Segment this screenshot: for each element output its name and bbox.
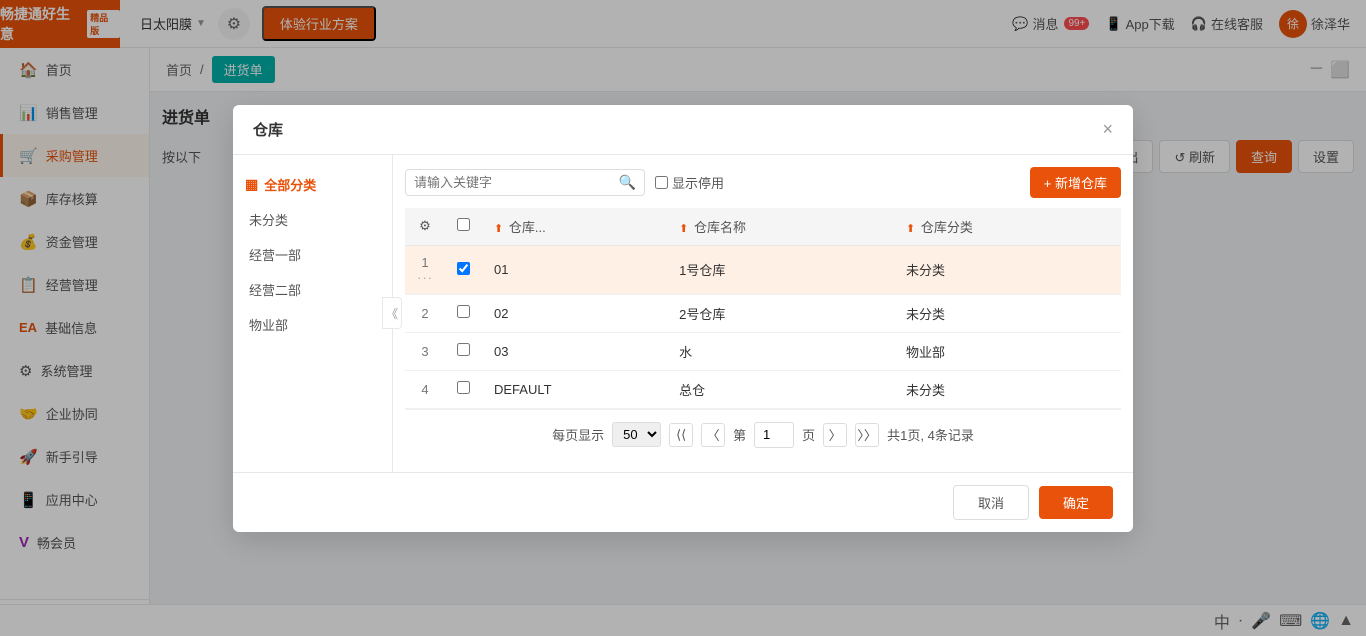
table-area: 🔍 显示停用 + 新增仓库 ⚙ (393, 155, 1133, 472)
row-checkbox[interactable] (457, 262, 470, 275)
col-name-label: 仓库名称 (694, 220, 746, 235)
category-label-ops2: 经营二部 (249, 283, 301, 298)
search-icon[interactable]: 🔍 (619, 174, 636, 191)
col-checkbox (445, 208, 482, 246)
category-item-ops1[interactable]: 经营一部 (233, 237, 392, 272)
category-all-label: 全部分类 (264, 175, 316, 194)
sort-name-icon: ⬆ (679, 223, 688, 235)
col-name[interactable]: ⬆ 仓库名称 (667, 208, 894, 246)
warehouse-table: ⚙ ⬆ 仓库... ⬆ (405, 208, 1121, 409)
row-code: 01 (482, 245, 667, 294)
warehouse-table-wrap: ⚙ ⬆ 仓库... ⬆ (405, 208, 1121, 409)
row-checkbox[interactable] (457, 343, 470, 356)
category-label-unclassified: 未分类 (249, 213, 288, 228)
new-warehouse-button[interactable]: + 新增仓库 (1030, 167, 1121, 198)
col-category-label: 仓库分类 (921, 220, 973, 235)
row-code: 03 (482, 332, 667, 370)
row-name: 2号仓库 (667, 294, 894, 332)
show-disabled-checkbox-label[interactable]: 显示停用 (655, 173, 724, 192)
grid-icon: ▦ (245, 176, 258, 193)
pagination-next-button[interactable]: 〉 (823, 423, 847, 447)
warehouse-modal: 仓库 × ▦ 全部分类 未分类 经营一部 经营二部 (233, 105, 1133, 532)
prev-page-icon: 〈 (707, 425, 720, 444)
modal-close-button[interactable]: × (1102, 120, 1113, 138)
row-checkbox-cell (445, 370, 482, 408)
row-name: 水 (667, 332, 894, 370)
row-checkbox[interactable] (457, 381, 470, 394)
row-category: 未分类 (894, 294, 1121, 332)
per-page-select[interactable]: 50 (612, 422, 661, 447)
select-all-checkbox[interactable] (457, 218, 470, 231)
page-number-input[interactable] (754, 422, 794, 448)
search-input[interactable] (414, 175, 613, 190)
row-checkbox-cell (445, 332, 482, 370)
row-num: 1 ··· (405, 245, 445, 294)
table-row[interactable]: 2 02 2号仓库 未分类 (405, 294, 1121, 332)
total-info: 共1页, 4条记录 (887, 425, 974, 444)
modal-overlay[interactable]: 仓库 × ▦ 全部分类 未分类 经营一部 经营二部 (0, 0, 1366, 636)
search-input-wrap: 🔍 (405, 169, 645, 196)
page-unit: 页 (802, 425, 815, 444)
col-gear: ⚙ (405, 208, 445, 246)
pagination: 每页显示 50 ⟨⟨ 〈 第 页 〉 (405, 409, 1121, 460)
category-all-header[interactable]: ▦ 全部分类 (233, 167, 392, 202)
sort-category-icon: ⬆ (906, 223, 915, 235)
pagination-last-button[interactable]: 〉〉 (855, 423, 879, 447)
category-item-property[interactable]: 物业部 (233, 307, 392, 342)
row-num: 4 (405, 370, 445, 408)
gear-col-icon: ⚙ (419, 218, 431, 233)
row-checkbox[interactable] (457, 305, 470, 318)
category-label-property: 物业部 (249, 318, 288, 333)
modal-body: ▦ 全部分类 未分类 经营一部 经营二部 物业部 《 (233, 155, 1133, 472)
category-label-ops1: 经营一部 (249, 248, 301, 263)
row-num: 3 (405, 332, 445, 370)
modal-header: 仓库 × (233, 105, 1133, 155)
per-page-label: 每页显示 (552, 425, 604, 444)
first-page-icon: ⟨⟨ (676, 427, 686, 443)
page-label: 第 (733, 425, 746, 444)
pagination-first-button[interactable]: ⟨⟨ (669, 423, 693, 447)
row-checkbox-cell (445, 245, 482, 294)
table-row[interactable]: 1 ··· 01 1号仓库 未分类 (405, 245, 1121, 294)
table-row[interactable]: 4 DEFAULT 总仓 未分类 (405, 370, 1121, 408)
category-sidebar: ▦ 全部分类 未分类 经营一部 经营二部 物业部 《 (233, 155, 393, 472)
col-category[interactable]: ⬆ 仓库分类 (894, 208, 1121, 246)
col-code-label: 仓库... (509, 220, 546, 235)
modal-footer: 取消 确定 (233, 472, 1133, 532)
show-disabled-checkbox[interactable] (655, 176, 668, 189)
next-page-icon: 〉 (829, 425, 842, 444)
sort-code-icon: ⬆ (494, 223, 503, 235)
table-toolbar: 🔍 显示停用 + 新增仓库 (405, 167, 1121, 198)
row-checkbox-cell (445, 294, 482, 332)
row-code: DEFAULT (482, 370, 667, 408)
show-disabled-label: 显示停用 (672, 173, 724, 192)
col-code[interactable]: ⬆ 仓库... (482, 208, 667, 246)
row-num: 2 (405, 294, 445, 332)
category-item-ops2[interactable]: 经营二部 (233, 272, 392, 307)
row-category: 物业部 (894, 332, 1121, 370)
table-row[interactable]: 3 03 水 物业部 (405, 332, 1121, 370)
row-category: 未分类 (894, 245, 1121, 294)
table-header-row: ⚙ ⬆ 仓库... ⬆ (405, 208, 1121, 246)
row-name: 1号仓库 (667, 245, 894, 294)
pagination-prev-button[interactable]: 〈 (701, 423, 725, 447)
row-code: 02 (482, 294, 667, 332)
category-collapse-button[interactable]: 《 (382, 297, 402, 329)
confirm-button[interactable]: 确定 (1039, 486, 1113, 519)
cancel-button[interactable]: 取消 (953, 485, 1029, 520)
row-name: 总仓 (667, 370, 894, 408)
collapse-icon: 《 (386, 305, 398, 322)
last-page-icon: 〉〉 (857, 425, 877, 444)
category-item-unclassified[interactable]: 未分类 (233, 202, 392, 237)
row-dots: ··· (417, 270, 433, 285)
modal-title: 仓库 (253, 119, 283, 140)
row-category: 未分类 (894, 370, 1121, 408)
